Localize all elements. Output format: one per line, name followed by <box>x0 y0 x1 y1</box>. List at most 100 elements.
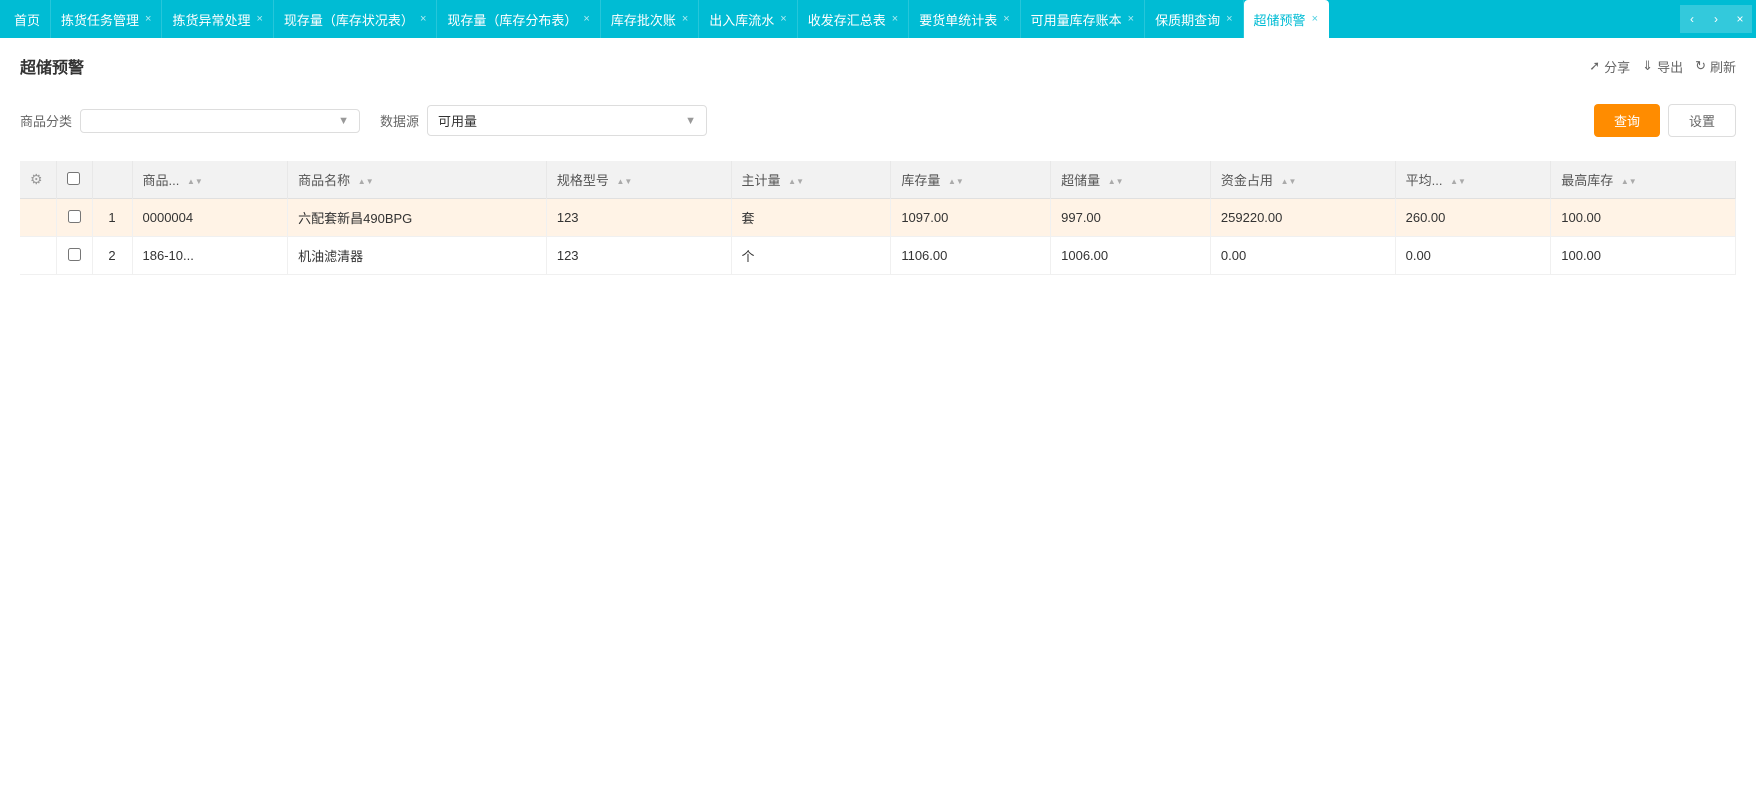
sort-icon[interactable]: ▲▼ <box>616 178 632 186</box>
chevron-down-icon: ▼ <box>685 115 696 127</box>
row-avg: 0.00 <box>1395 237 1551 275</box>
sort-icon[interactable]: ▲▼ <box>948 178 964 186</box>
nav-inout[interactable]: 出入库流水 × <box>699 0 797 38</box>
nav-summary[interactable]: 收发存汇总表 × <box>798 0 909 38</box>
nav-prev-button[interactable]: ‹ <box>1680 5 1704 33</box>
settings-button[interactable]: 设置 <box>1668 104 1736 137</box>
select-all-checkbox[interactable] <box>67 172 80 185</box>
row-capital: 0.00 <box>1210 237 1395 275</box>
sort-icon[interactable]: ▲▼ <box>358 178 374 186</box>
col-name: 商品名称 ▲▼ <box>288 161 547 199</box>
row-over-stock: 1006.00 <box>1051 237 1211 275</box>
nav-arrows: ‹ › × <box>1680 5 1752 33</box>
nav-exception[interactable]: 拣货异常处理 × <box>162 0 273 38</box>
export-icon: ⇓ <box>1642 58 1653 74</box>
row-max-stock: 100.00 <box>1551 199 1736 237</box>
col-gear: ⚙ <box>20 161 56 199</box>
close-icon[interactable]: × <box>682 13 688 25</box>
sort-icon[interactable]: ▲▼ <box>788 178 804 186</box>
sort-icon[interactable]: ▲▼ <box>1281 178 1297 186</box>
row-code: 186-10... <box>132 237 288 275</box>
row-number: 1 <box>92 199 132 237</box>
row-spec: 123 <box>546 199 731 237</box>
nav-bar: 首页 拣货任务管理 × 拣货异常处理 × 现存量（库存状况表） × 现存量（库存… <box>0 0 1756 38</box>
close-icon[interactable]: × <box>1226 13 1232 25</box>
nav-avail-stock[interactable]: 可用量库存账本 × <box>1021 0 1145 38</box>
close-icon[interactable]: × <box>420 13 426 25</box>
row-gear-cell <box>20 237 56 275</box>
row-name: 机油滤清器 <box>288 237 547 275</box>
page-container: 超储预警 ➚ 分享 ⇓ 导出 ↻ 刷新 商品分类 ▼ 数据源 <box>0 38 1756 800</box>
sort-icon[interactable]: ▲▼ <box>187 178 203 186</box>
close-icon[interactable]: × <box>583 13 589 25</box>
page-header: 超储预警 ➚ 分享 ⇓ 导出 ↻ 刷新 <box>20 54 1736 78</box>
close-icon[interactable]: × <box>1128 13 1134 25</box>
filter-buttons: 查询 设置 <box>1594 104 1736 137</box>
datasource-label: 数据源 <box>380 111 419 130</box>
nav-batch[interactable]: 库存批次账 × <box>601 0 699 38</box>
row-over-stock: 997.00 <box>1051 199 1211 237</box>
nav-task-mgmt[interactable]: 拣货任务管理 × <box>51 0 162 38</box>
nav-next-button[interactable]: › <box>1704 5 1728 33</box>
row-gear-cell <box>20 199 56 237</box>
data-table: ⚙ 商品... ▲▼ 商品名称 ▲▼ 规格型号 ▲▼ <box>20 161 1736 275</box>
table-row: 1 0000004 六配套新昌490BPG 123 套 1097.00 997.… <box>20 199 1736 237</box>
row-max-stock: 100.00 <box>1551 237 1736 275</box>
refresh-button[interactable]: ↻ 刷新 <box>1695 57 1736 76</box>
row-code: 0000004 <box>132 199 288 237</box>
row-unit: 套 <box>731 199 891 237</box>
col-unit: 主计量 ▲▼ <box>731 161 891 199</box>
row-capital: 259220.00 <box>1210 199 1395 237</box>
row-stock: 1106.00 <box>891 237 1051 275</box>
close-icon[interactable]: × <box>780 13 786 25</box>
nav-expiry[interactable]: 保质期查询 × <box>1145 0 1243 38</box>
page-title: 超储预警 <box>20 54 84 78</box>
header-actions: ➚ 分享 ⇓ 导出 ↻ 刷新 <box>1589 57 1736 76</box>
query-button[interactable]: 查询 <box>1594 104 1660 137</box>
row-checkbox-cell[interactable] <box>56 237 92 275</box>
datasource-value: 可用量 <box>438 111 477 130</box>
table-row: 2 186-10... 机油滤清器 123 个 1106.00 1006.00 … <box>20 237 1736 275</box>
close-icon[interactable]: × <box>256 13 262 25</box>
col-capital: 资金占用 ▲▼ <box>1210 161 1395 199</box>
nav-home[interactable]: 首页 <box>4 0 51 38</box>
row-stock: 1097.00 <box>891 199 1051 237</box>
table-header-row: ⚙ 商品... ▲▼ 商品名称 ▲▼ 规格型号 ▲▼ <box>20 161 1736 199</box>
col-avg: 平均... ▲▼ <box>1395 161 1551 199</box>
share-button[interactable]: ➚ 分享 <box>1589 57 1630 76</box>
nav-overstock[interactable]: 超储预警 × <box>1244 0 1329 38</box>
datasource-filter-group: 数据源 可用量 ▼ <box>380 105 707 136</box>
close-icon[interactable]: × <box>145 13 151 25</box>
col-num <box>92 161 132 199</box>
row-avg: 260.00 <box>1395 199 1551 237</box>
row-number: 2 <box>92 237 132 275</box>
col-stock: 库存量 ▲▼ <box>891 161 1051 199</box>
refresh-icon: ↻ <box>1695 58 1706 74</box>
category-label: 商品分类 <box>20 111 72 130</box>
share-icon: ➚ <box>1589 58 1600 74</box>
row-checkbox[interactable] <box>68 210 81 223</box>
col-over-stock: 超储量 ▲▼ <box>1051 161 1211 199</box>
row-spec: 123 <box>546 237 731 275</box>
export-button[interactable]: ⇓ 导出 <box>1642 57 1683 76</box>
close-icon[interactable]: × <box>1003 13 1009 25</box>
nav-stock-dist[interactable]: 现存量（库存分布表） × <box>437 0 600 38</box>
sort-icon[interactable]: ▲▼ <box>1450 178 1466 186</box>
nav-stock-status[interactable]: 现存量（库存状况表） × <box>274 0 437 38</box>
row-unit: 个 <box>731 237 891 275</box>
row-checkbox-cell[interactable] <box>56 199 92 237</box>
close-icon[interactable]: × <box>892 13 898 25</box>
category-select[interactable]: ▼ <box>80 109 360 133</box>
close-icon[interactable]: × <box>1312 13 1318 25</box>
chevron-down-icon: ▼ <box>338 115 349 127</box>
filter-area: 商品分类 ▼ 数据源 可用量 ▼ 查询 设置 <box>20 94 1736 147</box>
sort-icon[interactable]: ▲▼ <box>1108 178 1124 186</box>
datasource-select[interactable]: 可用量 ▼ <box>427 105 707 136</box>
col-max-stock: 最高库存 ▲▼ <box>1551 161 1736 199</box>
row-checkbox[interactable] <box>68 248 81 261</box>
gear-icon[interactable]: ⚙ <box>30 171 43 187</box>
nav-order-stat[interactable]: 要货单统计表 × <box>909 0 1020 38</box>
nav-close-all-button[interactable]: × <box>1728 5 1752 33</box>
sort-icon[interactable]: ▲▼ <box>1621 178 1637 186</box>
col-spec: 规格型号 ▲▼ <box>546 161 731 199</box>
